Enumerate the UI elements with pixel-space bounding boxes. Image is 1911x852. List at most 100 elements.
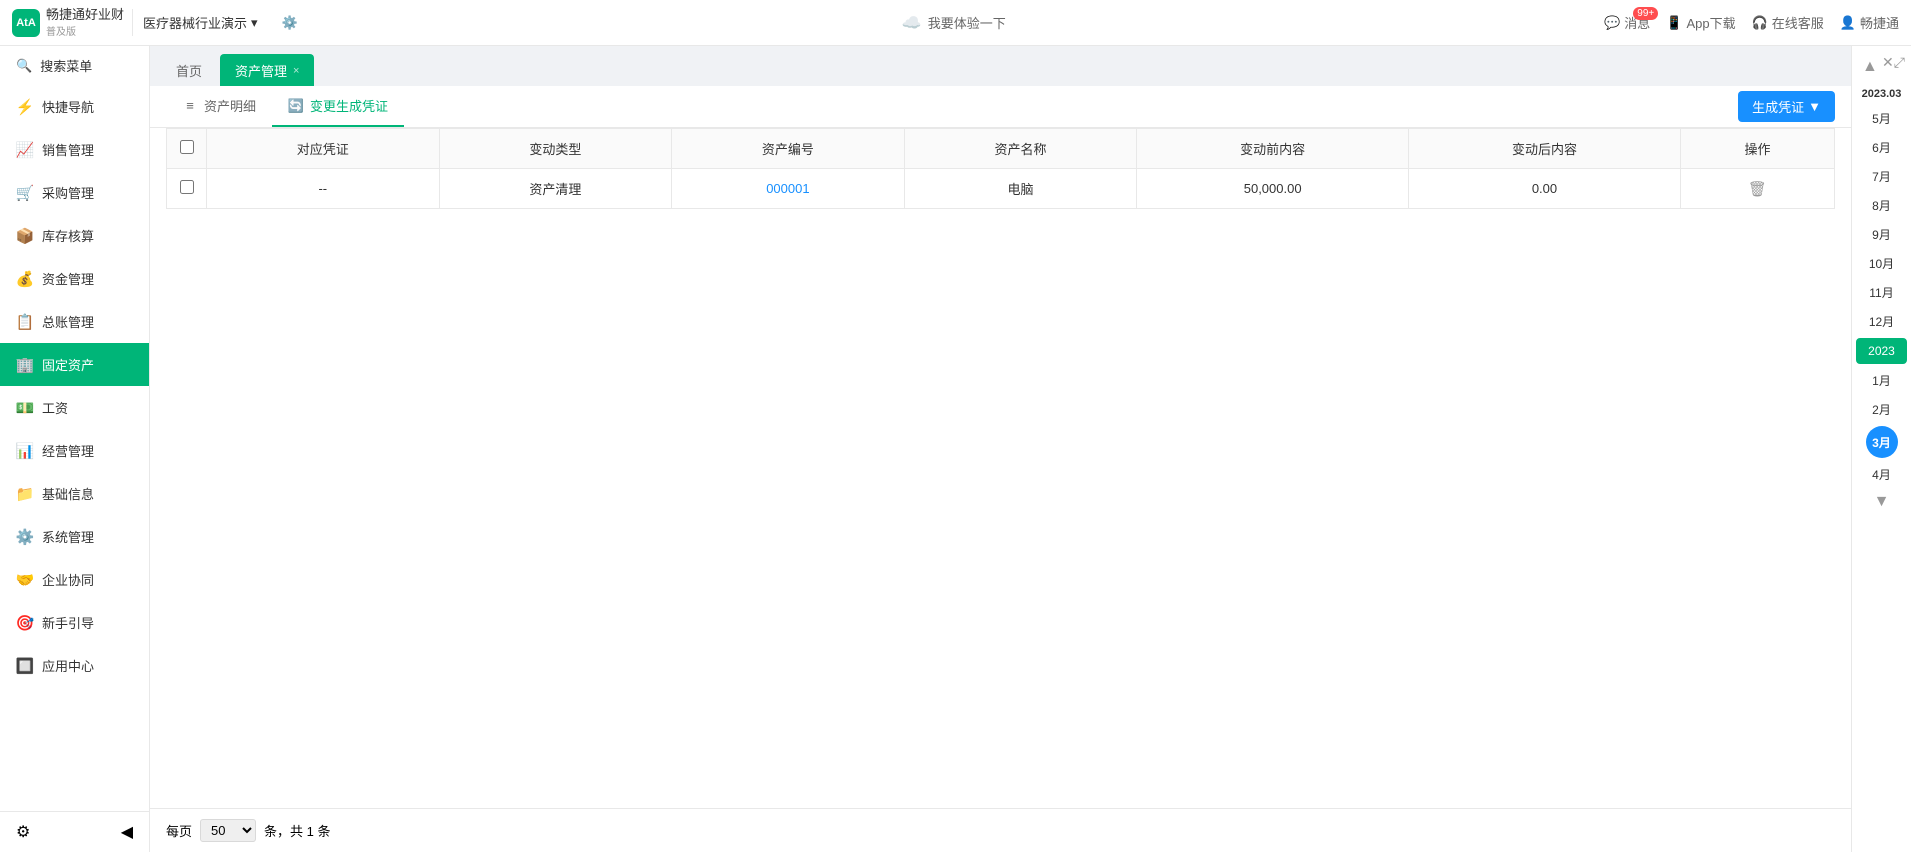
- generate-btn-label: 生成凭证: [1752, 97, 1804, 116]
- per-page-select[interactable]: 50 10 20 100: [200, 819, 256, 842]
- header-left: AtA 畅捷通好业财 普及版 医疗器械行业演示 ▾ ⚙️: [12, 7, 304, 38]
- sidebar-label-basic-info: 基础信息: [42, 484, 94, 503]
- tab-asset-management[interactable]: 资产管理 ×: [220, 54, 314, 86]
- panel-down-arrow[interactable]: ▼: [1870, 489, 1894, 515]
- sidebar-label-app-center: 应用中心: [42, 656, 94, 675]
- gear-icon: ⚙️: [16, 528, 34, 546]
- sidebar-item-purchase[interactable]: 🛒 采购管理: [0, 171, 149, 214]
- sidebar-label-quick-nav: 快捷导航: [42, 97, 94, 116]
- row-after-content: 0.00: [1409, 169, 1681, 209]
- year-2023-label[interactable]: 2023: [1856, 338, 1907, 364]
- sidebar-scroll: 🔍 搜索菜单 ⚡ 快捷导航 📈 销售管理 🛒 采购管理 📦 库存核算 💰: [0, 46, 149, 811]
- headset-icon: 🎧: [1752, 15, 1768, 31]
- header-right: 💬 消息 99+ 📱 App下载 🎧 在线客服 👤 畅捷通: [1604, 13, 1899, 32]
- sidebar-label-inventory: 库存核算: [42, 226, 94, 245]
- footer-collapse-btn[interactable]: ◀: [121, 822, 133, 842]
- user-name: 畅捷通: [1860, 13, 1899, 32]
- sidebar-item-system[interactable]: ⚙️ 系统管理: [0, 515, 149, 558]
- sidebar-item-search[interactable]: 🔍 搜索菜单: [0, 46, 149, 85]
- row-asset-name: 电脑: [904, 169, 1137, 209]
- sidebar-item-quick-nav[interactable]: ⚡ 快捷导航: [0, 85, 149, 128]
- table-body: -- 资产清理 000001 电脑 50,000.00 0.00 🗑: [167, 169, 1835, 209]
- sidebar: 🔍 搜索菜单 ⚡ 快捷导航 📈 销售管理 🛒 采购管理 📦 库存核算 💰: [0, 46, 150, 852]
- sidebar-item-payroll[interactable]: 💵 工资: [0, 386, 149, 429]
- sub-tabs-row: ≡ 资产明细 🔄 变更生成凭证 生成凭证 ▼: [150, 86, 1851, 128]
- sidebar-item-inventory[interactable]: 📦 库存核算: [0, 214, 149, 257]
- message-item[interactable]: 💬 消息 99+: [1604, 13, 1650, 32]
- footer-settings-icon[interactable]: ⚙: [16, 822, 30, 842]
- month-5[interactable]: 5月: [1852, 104, 1911, 133]
- row-before-content: 50,000.00: [1137, 169, 1409, 209]
- month-9[interactable]: 9月: [1852, 220, 1911, 249]
- th-before-content: 变动前内容: [1137, 129, 1409, 169]
- generate-voucher-button[interactable]: 生成凭证 ▼: [1738, 91, 1835, 122]
- search-icon: 🔍: [16, 58, 32, 74]
- month-7[interactable]: 7月: [1852, 162, 1911, 191]
- main-layout: 🔍 搜索菜单 ⚡ 快捷导航 📈 销售管理 🛒 采购管理 📦 库存核算 💰: [0, 46, 1911, 852]
- select-all-checkbox[interactable]: [180, 140, 194, 154]
- th-change-type: 变动类型: [439, 129, 672, 169]
- sidebar-label-system: 系统管理: [42, 527, 94, 546]
- sidebar-item-basic-info[interactable]: 📁 基础信息: [0, 472, 149, 515]
- month-11[interactable]: 11月: [1852, 278, 1911, 307]
- sidebar-item-app-center[interactable]: 🔲 应用中心: [0, 644, 149, 687]
- data-table: 对应凭证 变动类型 资产编号 资产名称 变动前内容 变动后内容 操作: [166, 128, 1835, 209]
- logo-area: AtA 畅捷通好业财 普及版: [12, 7, 124, 38]
- month-6[interactable]: 6月: [1852, 133, 1911, 162]
- month-2023-4[interactable]: 4月: [1852, 460, 1911, 489]
- sidebar-item-enterprise[interactable]: 🤝 企业协同: [0, 558, 149, 601]
- row-operation-cell: 🗑: [1680, 169, 1834, 209]
- panel-up-arrow[interactable]: ▲: [1858, 54, 1882, 80]
- list-icon: ≡: [182, 98, 198, 114]
- month-2023-3[interactable]: 3月: [1866, 426, 1898, 458]
- sidebar-item-guide[interactable]: 🎯 新手引导: [0, 601, 149, 644]
- sidebar-label-management: 经营管理: [42, 441, 94, 460]
- sub-tab-asset-detail[interactable]: ≡ 资产明细: [166, 86, 272, 127]
- th-voucher: 对应凭证: [207, 129, 440, 169]
- settings-icon[interactable]: ⚙️: [276, 9, 304, 37]
- online-service-label: 在线客服: [1772, 13, 1824, 32]
- month-12[interactable]: 12月: [1852, 307, 1911, 336]
- sidebar-item-sales[interactable]: 📈 销售管理: [0, 128, 149, 171]
- dropdown-arrow-icon: ▼: [1808, 99, 1821, 114]
- app-download-label: App下载: [1686, 13, 1735, 32]
- table-header: 对应凭证 变动类型 资产编号 资产名称 变动前内容 变动后内容 操作: [167, 129, 1835, 169]
- handshake-icon: 🤝: [16, 571, 34, 589]
- app-download-item[interactable]: 📱 App下载: [1666, 13, 1735, 32]
- row-checkbox-cell: [167, 169, 207, 209]
- month-2023-2[interactable]: 2月: [1852, 395, 1911, 424]
- th-operation: 操作: [1680, 129, 1834, 169]
- month-8[interactable]: 8月: [1852, 191, 1911, 220]
- panel-close-icon[interactable]: ✕: [1882, 54, 1894, 80]
- month-2023-1[interactable]: 1月: [1852, 366, 1911, 395]
- sidebar-label-funds: 资金管理: [42, 269, 94, 288]
- sidebar-label-guide: 新手引导: [42, 613, 94, 632]
- th-asset-name: 资产名称: [904, 129, 1137, 169]
- tab-close-icon[interactable]: ×: [293, 65, 299, 77]
- sidebar-item-management[interactable]: 📊 经营管理: [0, 429, 149, 472]
- company-selector[interactable]: 医疗器械行业演示 ▾: [132, 9, 268, 36]
- sidebar-item-fixed-assets[interactable]: 🏢 固定资产: [0, 343, 149, 386]
- top-header: AtA 畅捷通好业财 普及版 医疗器械行业演示 ▾ ⚙️ ☁️ 我要体验一下 💬…: [0, 0, 1911, 46]
- table-wrapper: 对应凭证 变动类型 资产编号 资产名称 变动前内容 变动后内容 操作: [150, 128, 1851, 808]
- experience-btn[interactable]: 我要体验一下: [928, 13, 1006, 32]
- month-10[interactable]: 10月: [1852, 249, 1911, 278]
- tab-home[interactable]: 首页: [162, 55, 216, 86]
- sidebar-item-ledger[interactable]: 📋 总账管理: [0, 300, 149, 343]
- sidebar-item-funds[interactable]: 💰 资金管理: [0, 257, 149, 300]
- th-after-content: 变动后内容: [1409, 129, 1681, 169]
- sub-tab-generate-voucher[interactable]: 🔄 变更生成凭证: [272, 86, 404, 127]
- chevron-down-icon: ▾: [251, 15, 258, 31]
- refresh-icon: 🔄: [288, 98, 304, 114]
- sidebar-label-sales: 销售管理: [42, 140, 94, 159]
- pagination-total: 条，共 1 条: [264, 821, 330, 840]
- user-item[interactable]: 👤 畅捷通: [1840, 13, 1899, 32]
- row-checkbox[interactable]: [180, 180, 194, 194]
- sidebar-label-purchase: 采购管理: [42, 183, 94, 202]
- header-center: ☁️ 我要体验一下: [902, 13, 1006, 33]
- logo-icon: AtA: [12, 9, 40, 37]
- online-service-item[interactable]: 🎧 在线客服: [1752, 13, 1824, 32]
- month-2023-3-wrapper: 3月: [1852, 424, 1911, 460]
- panel-expand-icon[interactable]: ⤢: [1894, 54, 1905, 80]
- delete-icon[interactable]: 🗑: [1748, 181, 1767, 198]
